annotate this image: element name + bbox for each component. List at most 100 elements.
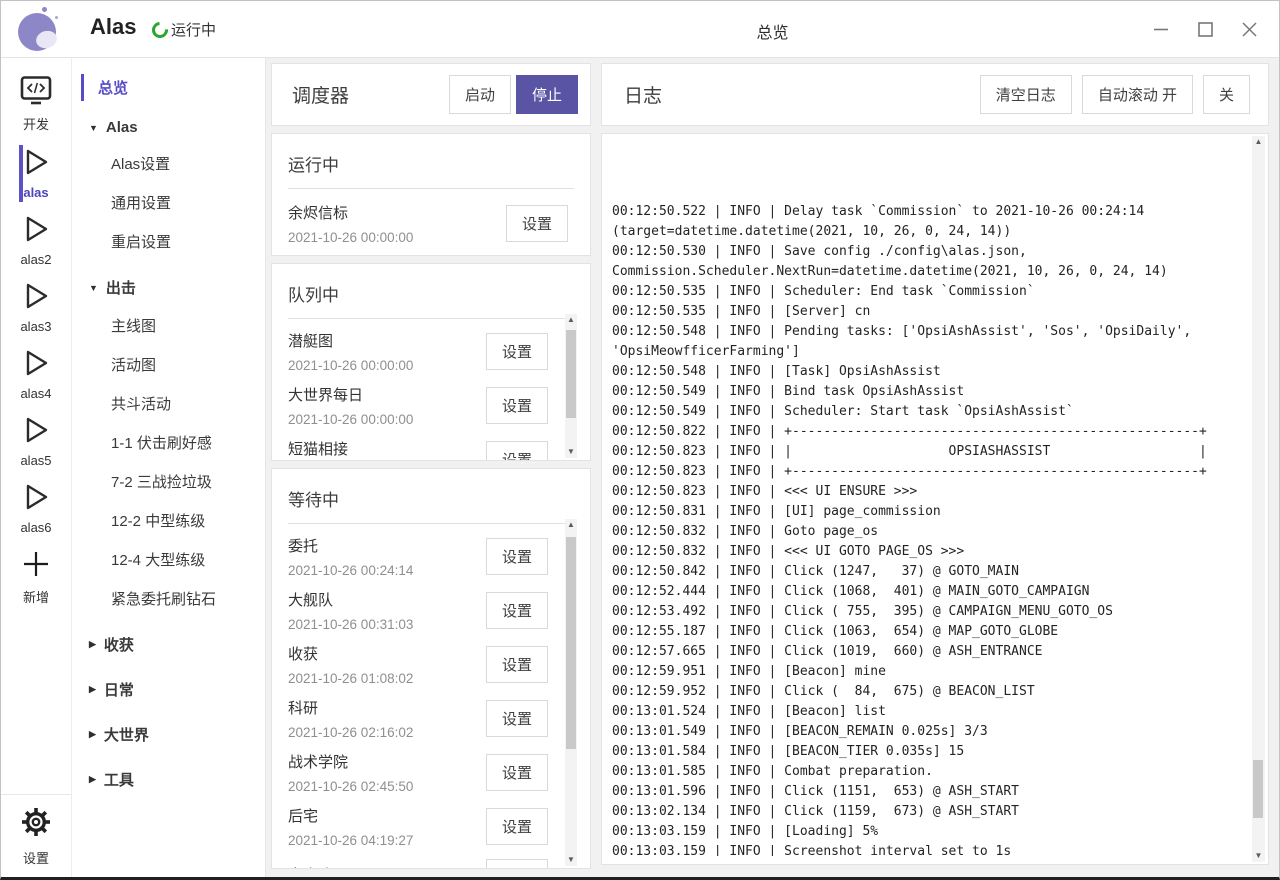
nav-item-label: 主线图 [111,315,156,336]
scroll-up-icon[interactable]: ▲ [565,314,577,326]
chevron-down-icon: ▼ [89,283,98,293]
nav-item-label: Alas [106,119,138,136]
waiting-panel: 等待中 委托 2021-10-26 00:24:14 设置 大舰队 [271,468,591,869]
autoscroll-off-button[interactable]: 关 [1203,75,1250,114]
autoscroll-toggle-button[interactable]: 自动滚动 开 [1082,75,1193,114]
rail-item-alas[interactable]: alas [19,140,53,207]
nav-item-overview[interactable]: 总览 [73,72,265,103]
running-title: 运行中 [288,146,574,189]
task-next-run-time: 2021-10-26 00:00:00 [288,230,506,245]
rail-item-alas2[interactable]: alas2 [19,207,53,274]
task-next-run-time: 2021-10-26 00:24:14 [288,563,486,578]
nav-item-reward-group[interactable]: ▶收获 [73,626,265,663]
nav-item-tool-group[interactable]: ▶工具 [73,761,265,798]
nav-item-map-1-1[interactable]: 1-1 伏击刷好感 [73,423,265,462]
rail-item-alas6[interactable]: alas6 [19,475,53,542]
log-line: 00:13:03.159 | INFO | [Loading] 5% [612,822,1244,842]
task-settings-button[interactable]: 设置 [486,333,548,370]
log-scrollbar[interactable]: ▲ ▼ [1252,136,1265,862]
nav-item-coalition[interactable]: 共斗活动 [73,384,265,423]
task-settings-button[interactable]: 设置 [486,646,548,683]
chevron-right-icon: ▶ [89,639,96,650]
task-settings-button[interactable]: 设置 [486,592,548,629]
scroll-down-icon[interactable]: ▼ [565,854,577,866]
nav-item-event-map[interactable]: 活动图 [73,345,265,384]
task-name: 商店购买 [288,864,486,870]
scroll-down-icon[interactable]: ▼ [565,446,577,458]
scrollbar-thumb[interactable] [566,330,576,418]
rail-item-settings[interactable]: 设置 [1,794,71,877]
task-row: 短猫相接 2021-10-26 00:00:00 设置 [288,438,548,461]
nav-item-urgent-commission[interactable]: 紧急委托刷钻石 [73,579,265,618]
stop-button[interactable]: 停止 [516,75,578,114]
nav-item-map-12-4[interactable]: 12-4 大型练级 [73,540,265,579]
log-panel: 00:12:50.522 | INFO | Delay task `Commis… [601,133,1269,865]
scrollbar-thumb[interactable] [1253,760,1263,818]
task-name: 委托 [288,535,486,556]
rail-item-alas4[interactable]: alas4 [19,341,53,408]
log-line: 00:13:01.524 | INFO | [Beacon] list [612,702,1244,722]
nav-item-label: 总览 [98,77,128,98]
task-row: 商店购买 设置 [288,859,548,869]
nav-item-daily-group[interactable]: ▶日常 [73,671,265,708]
rail-item-alas3[interactable]: alas3 [19,274,53,341]
task-name: 短猫相接 [288,438,486,459]
nav-item-os-group[interactable]: ▶大世界 [73,716,265,753]
waiting-scrollbar[interactable]: ▲ ▼ [565,519,577,866]
scrollbar-thumb[interactable] [566,537,576,749]
scroll-up-icon[interactable]: ▲ [1252,136,1265,148]
scroll-up-icon[interactable]: ▲ [565,519,577,531]
maximize-icon[interactable] [1189,13,1221,45]
nav-item-map-7-2[interactable]: 7-2 三战捡垃圾 [73,462,265,501]
nav-item-main-map[interactable]: 主线图 [73,306,265,345]
chevron-right-icon: ▶ [89,684,96,695]
log-line: 00:12:50.842 | INFO | Click (1247, 37) @… [612,562,1244,582]
task-name: 后宅 [288,805,486,826]
close-icon[interactable] [1233,13,1265,45]
scroll-down-icon[interactable]: ▼ [1252,850,1265,862]
log-output: 00:12:50.522 | INFO | Delay task `Commis… [612,142,1244,856]
task-settings-button[interactable]: 设置 [486,859,548,869]
pending-scrollbar[interactable]: ▲ ▼ [565,314,577,458]
task-next-run-time: 2021-10-26 01:08:02 [288,671,486,686]
window-controls [1145,13,1265,45]
running-panel: 运行中 余烬信标 2021-10-26 00:00:00 设置 [271,133,591,256]
rail-item-dev[interactable]: 开发 [19,68,53,140]
task-settings-button[interactable]: 设置 [486,754,548,791]
nav-item-map-12-2[interactable]: 12-2 中型练级 [73,501,265,540]
task-settings-button[interactable]: 设置 [486,700,548,737]
play-icon [20,281,52,316]
nav-item-alas-settings[interactable]: Alas设置 [73,144,265,183]
log-line: 00:12:50.823 | INFO | | OPSIASHASSIST | [612,442,1244,462]
task-settings-button[interactable]: 设置 [486,387,548,424]
rail-item-label: alas5 [20,453,51,468]
clear-log-button[interactable]: 清空日志 [980,75,1072,114]
start-button[interactable]: 启动 [449,75,511,114]
nav-tree: 总览▼AlasAlas设置通用设置重启设置▼出击主线图活动图共斗活动1-1 伏击… [73,58,266,877]
task-name: 大世界每日 [288,384,486,405]
nav-item-alas-group[interactable]: ▼Alas [73,111,265,144]
rail-item-label: alas [23,185,48,200]
task-row: 收获 2021-10-26 01:08:02 设置 [288,643,548,686]
nav-item-label: 7-2 三战捡垃圾 [111,471,212,492]
play-icon [20,214,52,249]
task-settings-button[interactable]: 设置 [486,538,548,575]
task-row: 大世界每日 2021-10-26 00:00:00 设置 [288,384,548,427]
task-settings-button[interactable]: 设置 [506,205,568,242]
rail-item-add[interactable]: 新增 [19,542,53,613]
rail-item-label: alas6 [20,520,51,535]
log-line: 00:12:52.444 | INFO | Click (1068, 401) … [612,582,1244,602]
dev-monitor-icon [19,75,53,111]
nav-item-restart-settings[interactable]: 重启设置 [73,222,265,261]
nav-item-general-settings[interactable]: 通用设置 [73,183,265,222]
nav-item-campaign-group[interactable]: ▼出击 [73,269,265,306]
task-settings-button[interactable]: 设置 [486,808,548,845]
rail-item-alas5[interactable]: alas5 [19,408,53,475]
nav-item-label: 大世界 [104,724,149,745]
scheduler-header-panel: 调度器 启动 停止 [271,63,591,126]
task-settings-button[interactable]: 设置 [486,441,548,461]
running-task-list: 余烬信标 2021-10-26 00:00:00 设置 [288,189,574,245]
minimize-icon[interactable] [1145,13,1177,45]
scheduler-status: 运行中 [152,19,216,40]
task-name: 收获 [288,643,486,664]
